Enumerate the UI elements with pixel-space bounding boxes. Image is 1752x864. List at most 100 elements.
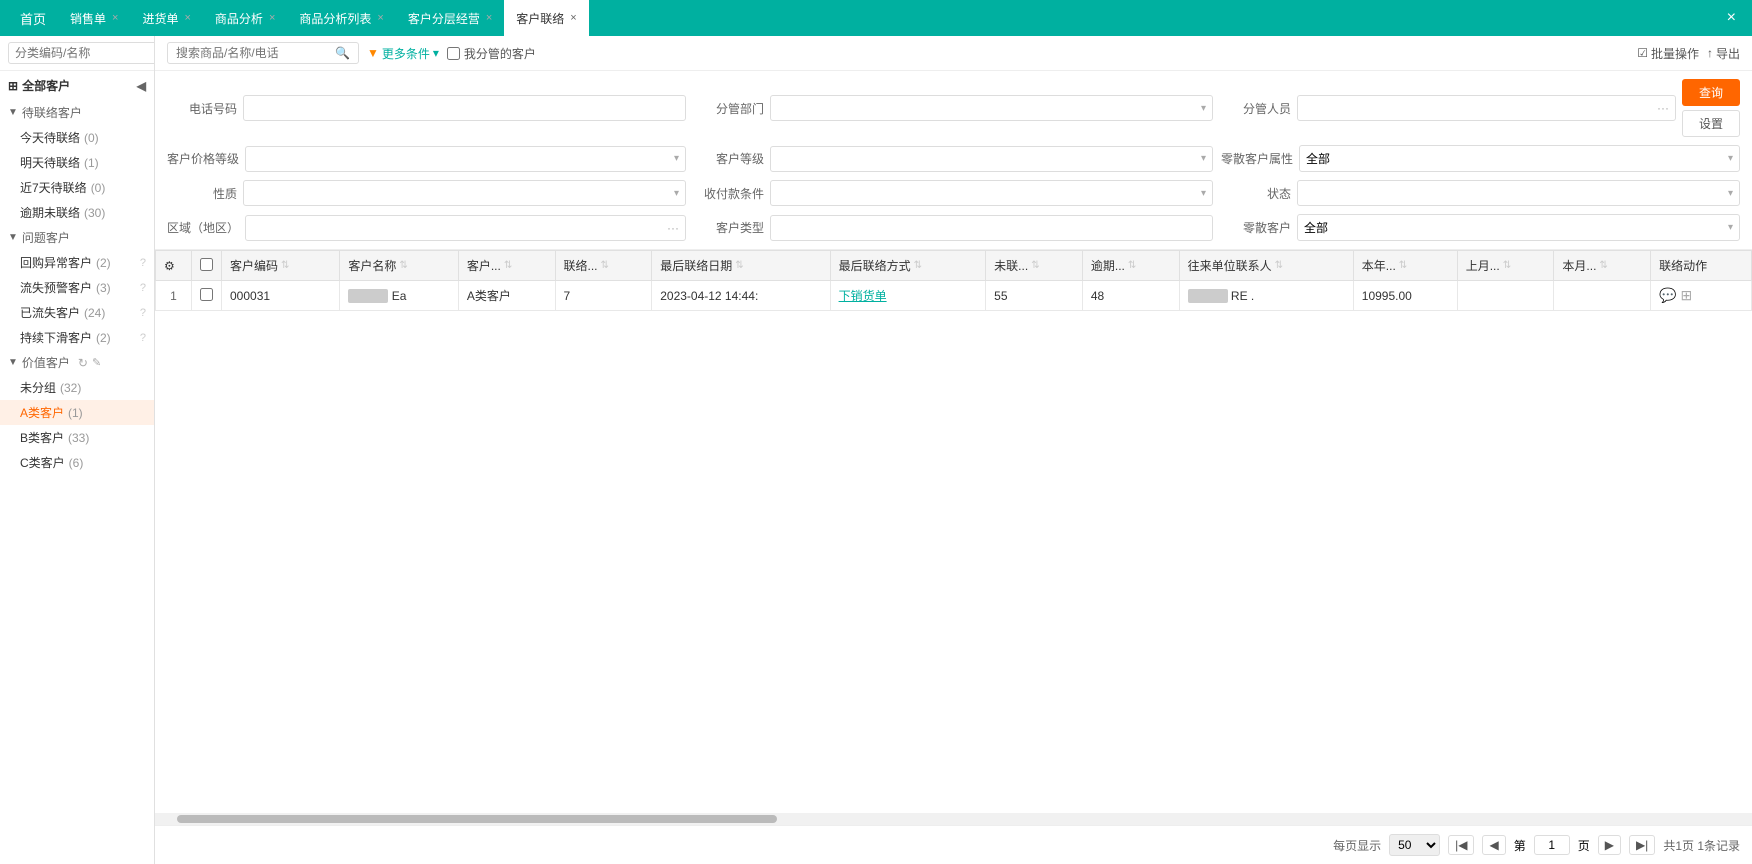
sidebar-item-abnormal-repurchase[interactable]: 回购异常客户 (2) ? [0, 250, 154, 275]
sidebar-item-overdue-pending[interactable]: 逾期未联络 (30) [0, 200, 154, 225]
select-all-checkbox[interactable] [200, 258, 213, 271]
sidebar-item-today-pending[interactable]: 今天待联络 (0) [0, 125, 154, 150]
sidebar-collapse-icon[interactable]: ◀ [137, 79, 146, 93]
sidebar-group-value-title[interactable]: ▼ 价值客户 ↻ ✎ [0, 350, 154, 375]
sidebar-item-churned-label: 已流失客户 [20, 304, 80, 321]
next-page-button[interactable]: ▶ [1598, 835, 1621, 855]
sort-icon-3: ⇅ [504, 260, 512, 271]
my-customers-filter[interactable]: 我分管的客户 [447, 45, 536, 62]
col-this-month[interactable]: 本月...⇅ [1554, 251, 1651, 281]
sidebar-group-problem-title[interactable]: ▼ 问题客户 [0, 225, 154, 250]
filter-input-customer-level[interactable]: ▾ [770, 146, 1213, 172]
sidebar-item-class-c[interactable]: C类客户 (6) [0, 450, 154, 475]
td-row-num: 1 [156, 281, 192, 311]
filter-input-retail[interactable]: 全部▾ [1297, 214, 1740, 241]
nav-tab-purchase-close[interactable]: × [184, 12, 190, 24]
edit-icon[interactable]: ✎ [92, 356, 101, 369]
filter-input-phone[interactable] [243, 95, 686, 121]
customer-name-blurred [348, 289, 388, 303]
my-customers-checkbox[interactable] [447, 47, 460, 60]
sidebar-item-class-a-count: (1) [68, 406, 83, 420]
last-contact-method-link[interactable]: 下销货单 [839, 289, 887, 303]
td-this-month [1554, 281, 1651, 311]
batch-operation-button[interactable]: ☑ 批量操作 [1637, 45, 1699, 62]
sort-icon-9: ⇅ [1275, 260, 1283, 271]
horizontal-scroll-thumb[interactable] [177, 815, 777, 823]
export-button[interactable]: ↑ 导出 [1707, 45, 1740, 62]
filter-input-region[interactable]: ··· [245, 215, 686, 241]
last-page-button[interactable]: ▶| [1629, 835, 1655, 855]
nav-tab-analysis-close[interactable]: × [269, 12, 275, 24]
nav-tab-customer-tier-close[interactable]: × [486, 12, 492, 24]
filter-search-icon[interactable]: 🔍 [335, 46, 350, 60]
help-icon-3[interactable]: ? [140, 307, 146, 319]
sidebar-item-churned[interactable]: 已流失客户 (24) ? [0, 300, 154, 325]
sidebar-item-tomorrow-pending[interactable]: 明天待联络 (1) [0, 150, 154, 175]
filter-input-dept[interactable]: ▾ [770, 95, 1213, 121]
col-last-contact-method[interactable]: 最后联络方式⇅ [830, 251, 986, 281]
sidebar-group-value: ▼ 价值客户 ↻ ✎ 未分组 (32) A类客户 (1) B类客户 (33) C… [0, 350, 154, 475]
nav-tab-customer-contact-close[interactable]: × [570, 12, 576, 24]
help-icon-2[interactable]: ? [140, 282, 146, 294]
nav-tab-analysis-list-close[interactable]: × [377, 12, 383, 24]
sidebar-item-class-a[interactable]: A类客户 (1) [0, 400, 154, 425]
sidebar-group-pending-title[interactable]: ▼ 待联络客户 [0, 100, 154, 125]
filter-input-customer-type[interactable] [770, 215, 1213, 241]
sidebar-search-container: 🔍 [0, 36, 154, 71]
nav-tab-sales[interactable]: 销售单 × [58, 0, 130, 36]
page-number-input[interactable] [1534, 835, 1570, 855]
nav-home[interactable]: 首页 [8, 9, 58, 28]
nav-tab-sales-close[interactable]: × [112, 12, 118, 24]
col-customer-name[interactable]: 客户名称⇅ [340, 251, 458, 281]
filter-more-conditions[interactable]: ▼ 更多条件 ▾ [367, 45, 439, 62]
first-page-button[interactable]: |◀ [1448, 835, 1474, 855]
help-icon-4[interactable]: ? [140, 332, 146, 344]
nav-tab-customer-tier[interactable]: 客户分层经营 × [396, 0, 504, 36]
td-last-contact-method[interactable]: 下销货单 [830, 281, 986, 311]
col-settings[interactable]: ⚙ [156, 251, 192, 281]
filter-search-input[interactable] [176, 46, 331, 60]
nav-tab-purchase[interactable]: 进货单 × [130, 0, 202, 36]
nav-tab-analysis[interactable]: 商品分析 × [203, 0, 287, 36]
settings-button[interactable]: 设置 [1682, 110, 1740, 137]
filter-label-phone: 电话号码 [167, 100, 237, 117]
nav-tab-analysis-list[interactable]: 商品分析列表 × [287, 0, 395, 36]
sidebar-item-declining[interactable]: 持续下滑客户 (2) ? [0, 325, 154, 350]
col-customer-code[interactable]: 客户编码⇅ [222, 251, 340, 281]
page-total-label: 共1页 1条记录 [1663, 837, 1740, 854]
qr-action-icon[interactable]: ⊞ [1681, 287, 1693, 304]
sidebar-group-pending: ▼ 待联络客户 今天待联络 (0) 明天待联络 (1) 近7天待联络 (0) 逾… [0, 100, 154, 225]
filter-input-price-level[interactable]: ▾ [245, 146, 686, 172]
chat-action-icon[interactable]: 💬 [1659, 287, 1676, 304]
refresh-icon[interactable]: ↻ [78, 356, 88, 370]
help-icon-1[interactable]: ? [140, 257, 146, 269]
nav-tab-customer-contact[interactable]: 客户联络 × [504, 0, 588, 36]
col-uncontacted[interactable]: 未联...⇅ [986, 251, 1083, 281]
filter-input-status[interactable]: ▾ [1297, 180, 1740, 206]
sidebar-item-unclassified[interactable]: 未分组 (32) [0, 375, 154, 400]
col-last-month[interactable]: 上月...⇅ [1457, 251, 1554, 281]
sidebar-search-input[interactable] [8, 42, 155, 64]
filter-input-manager[interactable]: ··· [1297, 95, 1676, 121]
horizontal-scrollbar[interactable] [155, 813, 1752, 825]
filter-input-payment[interactable]: ▾ [770, 180, 1213, 206]
sidebar-item-class-b[interactable]: B类客户 (33) [0, 425, 154, 450]
sort-icon-6: ⇅ [914, 260, 922, 271]
sidebar-item-7days-pending[interactable]: 近7天待联络 (0) [0, 175, 154, 200]
col-year-amount[interactable]: 本年...⇅ [1353, 251, 1457, 281]
filter-input-retail-attr[interactable]: 全部▾ [1299, 145, 1740, 172]
col-overdue[interactable]: 逾期...⇅ [1082, 251, 1179, 281]
query-button[interactable]: 查询 [1682, 79, 1740, 106]
prev-page-button[interactable]: ◀ [1482, 835, 1505, 855]
row-checkbox[interactable] [200, 288, 213, 301]
sidebar-all-customers[interactable]: ⊞ 全部客户 ◀ [0, 71, 154, 100]
col-last-contact-date[interactable]: 最后联络日期⇅ [652, 251, 830, 281]
window-close-button[interactable]: × [1719, 9, 1744, 27]
filter-label-status: 状态 [1221, 185, 1291, 202]
page-size-select[interactable]: 50 100 200 [1389, 834, 1440, 856]
sidebar-item-churn-warning[interactable]: 流失预警客户 (3) ? [0, 275, 154, 300]
col-customer-type[interactable]: 客户...⇅ [458, 251, 555, 281]
col-contact-count[interactable]: 联络...⇅ [555, 251, 652, 281]
filter-input-nature[interactable]: ▾ [243, 180, 686, 206]
col-contact-person[interactable]: 往来单位联系人⇅ [1179, 251, 1353, 281]
